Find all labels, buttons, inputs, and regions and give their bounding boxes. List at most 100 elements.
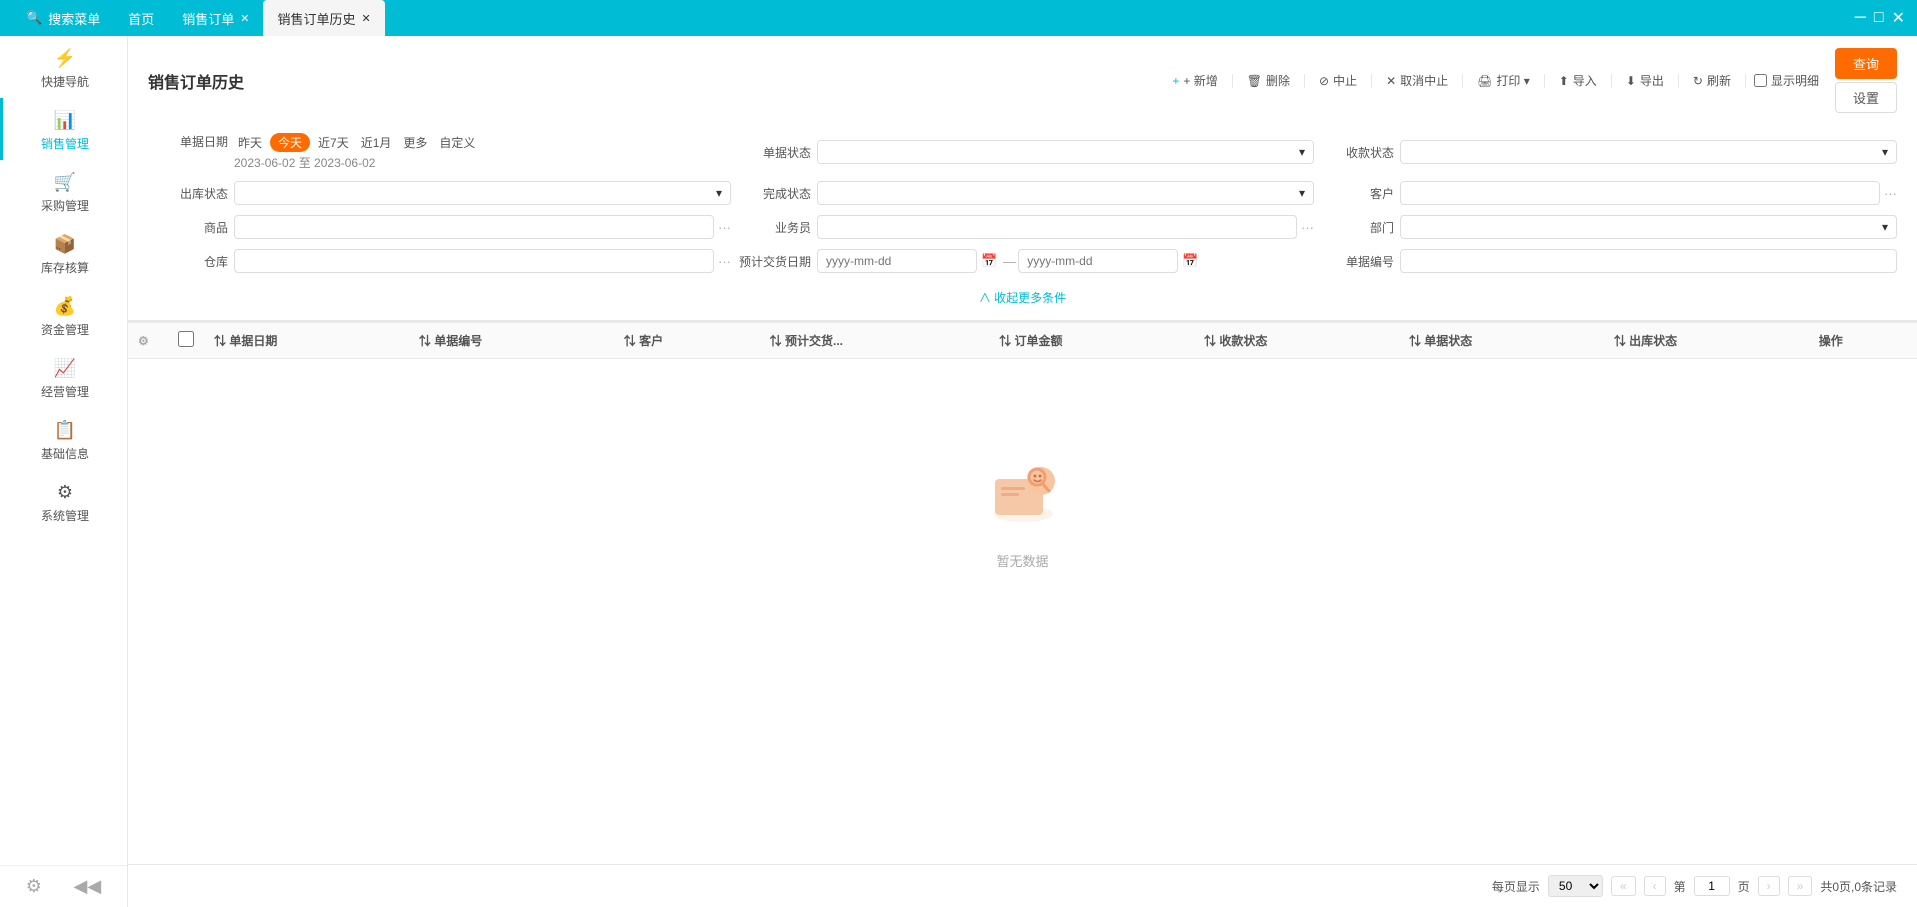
delivery-date-label: 预计交货日期 (731, 253, 811, 270)
order-no-input[interactable] (1400, 249, 1897, 273)
salesperson-dots[interactable]: ··· (1301, 220, 1314, 235)
product-dots[interactable]: ··· (718, 220, 731, 235)
order-status-group: 单据状态 ▾ (731, 140, 1314, 164)
receipt-status-select[interactable]: ▾ (1400, 140, 1897, 164)
delete-icon: 🗑 (1247, 74, 1262, 88)
page-size-select[interactable]: 10 20 50 100 (1548, 875, 1603, 897)
tab-sales-order-history[interactable]: 销售订单历史 ✕ (263, 0, 384, 36)
sidebar-item-operations[interactable]: 📈 经营管理 (0, 346, 127, 408)
th-customer: ⇅ 客户 (614, 323, 760, 359)
show-detail-checkbox[interactable] (1754, 74, 1767, 87)
divider-2 (1304, 74, 1305, 88)
collapse-sidebar-icon[interactable]: ◀◀ (74, 876, 102, 897)
order-status-select[interactable]: ▾ (817, 140, 1314, 164)
settings-bottom-icon[interactable]: ⚙ (26, 876, 42, 897)
import-icon: ⬆ (1559, 74, 1569, 88)
table-area: ⚙ ⇅ 单据日期 ⇅ 单据编号 ⇅ 客户 (128, 322, 1917, 864)
top-bar: 🔍 搜索菜单 首页 销售订单 ✕ 销售订单历史 ✕ ─ □ ✕ (0, 0, 1917, 36)
table-settings-icon[interactable]: ⚙ (138, 334, 149, 348)
sidebar-item-sales-mgmt[interactable]: 📊 销售管理 (0, 98, 127, 160)
prev-page-btn[interactable]: ‹ (1644, 876, 1666, 896)
refresh-btn[interactable]: ↻ 刷新 (1687, 68, 1737, 93)
set-btn[interactable]: 设置 (1835, 82, 1897, 113)
product-group: 商品 ··· (148, 215, 731, 239)
last-page-btn[interactable]: » (1788, 876, 1813, 896)
minimize-btn[interactable]: ─ (1855, 9, 1866, 27)
dept-group: 部门 ▾ (1314, 215, 1897, 239)
add-icon: + (1172, 74, 1179, 88)
calendar-from-icon[interactable]: 📅 (981, 253, 997, 269)
date-tab-7days[interactable]: 近7天 (314, 133, 353, 152)
maximize-btn[interactable]: □ (1874, 9, 1884, 27)
import-btn[interactable]: ⬆ 导入 (1553, 68, 1603, 93)
close-btn[interactable]: ✕ (1892, 8, 1905, 28)
customer-dots[interactable]: ··· (1884, 186, 1897, 201)
filter-area: 单据日期 昨天 今天 近7天 近1月 更多 自定义 2023-06-02 至 2… (128, 121, 1917, 321)
date-tab-more[interactable]: 更多 (399, 133, 431, 152)
tab-sales-order-close[interactable]: ✕ (240, 12, 249, 25)
dept-select[interactable]: ▾ (1400, 215, 1897, 239)
delete-btn[interactable]: 🗑 删除 (1241, 68, 1296, 93)
window-controls: ─ □ ✕ (1855, 8, 1905, 28)
date-tab-yesterday[interactable]: 昨天 (234, 133, 266, 152)
sys-mgmt-icon: ⚙ (57, 482, 73, 503)
date-range-display: 2023-06-02 至 2023-06-02 (234, 154, 479, 171)
customer-group: 客户 ··· (1314, 181, 1897, 205)
page-number-input[interactable] (1694, 876, 1730, 896)
search-icon: 🔍 (26, 10, 42, 26)
warehouse-input[interactable] (234, 249, 714, 273)
receipt-status-arrow: ▾ (1882, 145, 1888, 159)
sidebar-item-finance[interactable]: 💰 资金管理 (0, 284, 127, 346)
sidebar-item-sys-mgmt[interactable]: ⚙ 系统管理 (0, 470, 127, 532)
cancel-stop-icon: ✕ (1386, 74, 1396, 88)
date-tab-1month[interactable]: 近1月 (357, 133, 396, 152)
tab-home-label: 首页 (128, 9, 154, 28)
sidebar-item-quick-nav[interactable]: ⚡ 快捷导航 (0, 36, 127, 98)
out-status-select[interactable]: ▾ (234, 181, 731, 205)
date-tab-today[interactable]: 今天 (270, 133, 310, 152)
order-status-label: 单据状态 (731, 144, 811, 161)
tab-history-close[interactable]: ✕ (361, 12, 370, 25)
delivery-date-from[interactable] (817, 249, 977, 273)
salesperson-label: 业务员 (731, 219, 811, 236)
salesperson-group: 业务员 ··· (731, 215, 1314, 239)
export-icon: ⬇ (1626, 74, 1636, 88)
search-menu-btn[interactable]: 🔍 搜索菜单 (12, 9, 114, 28)
empty-text: 暂无数据 (996, 551, 1048, 570)
collapse-bar[interactable]: ∧ 收起更多条件 (148, 283, 1897, 308)
order-no-group: 单据编号 (1314, 249, 1897, 273)
sys-mgmt-label: 系统管理 (41, 507, 89, 524)
warehouse-dots[interactable]: ··· (718, 254, 731, 269)
data-table: ⚙ ⇅ 单据日期 ⇅ 单据编号 ⇅ 客户 (128, 322, 1917, 610)
tab-sales-order[interactable]: 销售订单 ✕ (168, 0, 263, 36)
sidebar-item-basic-info[interactable]: 📋 基础信息 (0, 408, 127, 470)
divider-1 (1232, 74, 1233, 88)
customer-input[interactable] (1400, 181, 1880, 205)
select-all-checkbox[interactable] (178, 331, 194, 347)
next-page-btn[interactable]: › (1758, 876, 1780, 896)
tab-home[interactable]: 首页 (114, 0, 168, 36)
first-page-btn[interactable]: « (1611, 876, 1636, 896)
sidebar-item-purchase-mgmt[interactable]: 🛒 采购管理 (0, 160, 127, 222)
content-area: 销售订单历史 + + 新增 🗑 删除 ⊘ 中止 (128, 36, 1917, 907)
print-btn[interactable]: 🖨 打印 ▾ (1471, 68, 1536, 93)
sidebar-item-inventory[interactable]: 📦 库存核算 (0, 222, 127, 284)
calendar-to-icon[interactable]: 📅 (1182, 253, 1198, 269)
salesperson-input[interactable] (817, 215, 1297, 239)
export-btn[interactable]: ⬇ 导出 (1620, 68, 1670, 93)
query-btn[interactable]: 查询 (1835, 48, 1897, 79)
date-tab-custom[interactable]: 自定义 (435, 133, 479, 152)
empty-row: 暂无数据 (128, 359, 1917, 611)
complete-status-select[interactable]: ▾ (817, 181, 1314, 205)
date-filter-group: 单据日期 昨天 今天 近7天 近1月 更多 自定义 2023-06-02 至 2… (148, 133, 731, 171)
cancel-stop-btn[interactable]: ✕ 取消中止 (1380, 68, 1454, 93)
delivery-date-to[interactable] (1018, 249, 1178, 273)
stop-btn[interactable]: ⊘ 中止 (1313, 68, 1363, 93)
table-header-row: ⚙ ⇅ 单据日期 ⇅ 单据编号 ⇅ 客户 (128, 323, 1917, 359)
complete-status-label: 完成状态 (731, 185, 811, 202)
out-status-group: 出库状态 ▾ (148, 181, 731, 205)
purchase-mgmt-label: 采购管理 (41, 197, 89, 214)
add-btn[interactable]: + + 新增 (1166, 68, 1223, 93)
th-no: ⇅ 单据编号 (409, 323, 614, 359)
product-input[interactable] (234, 215, 714, 239)
